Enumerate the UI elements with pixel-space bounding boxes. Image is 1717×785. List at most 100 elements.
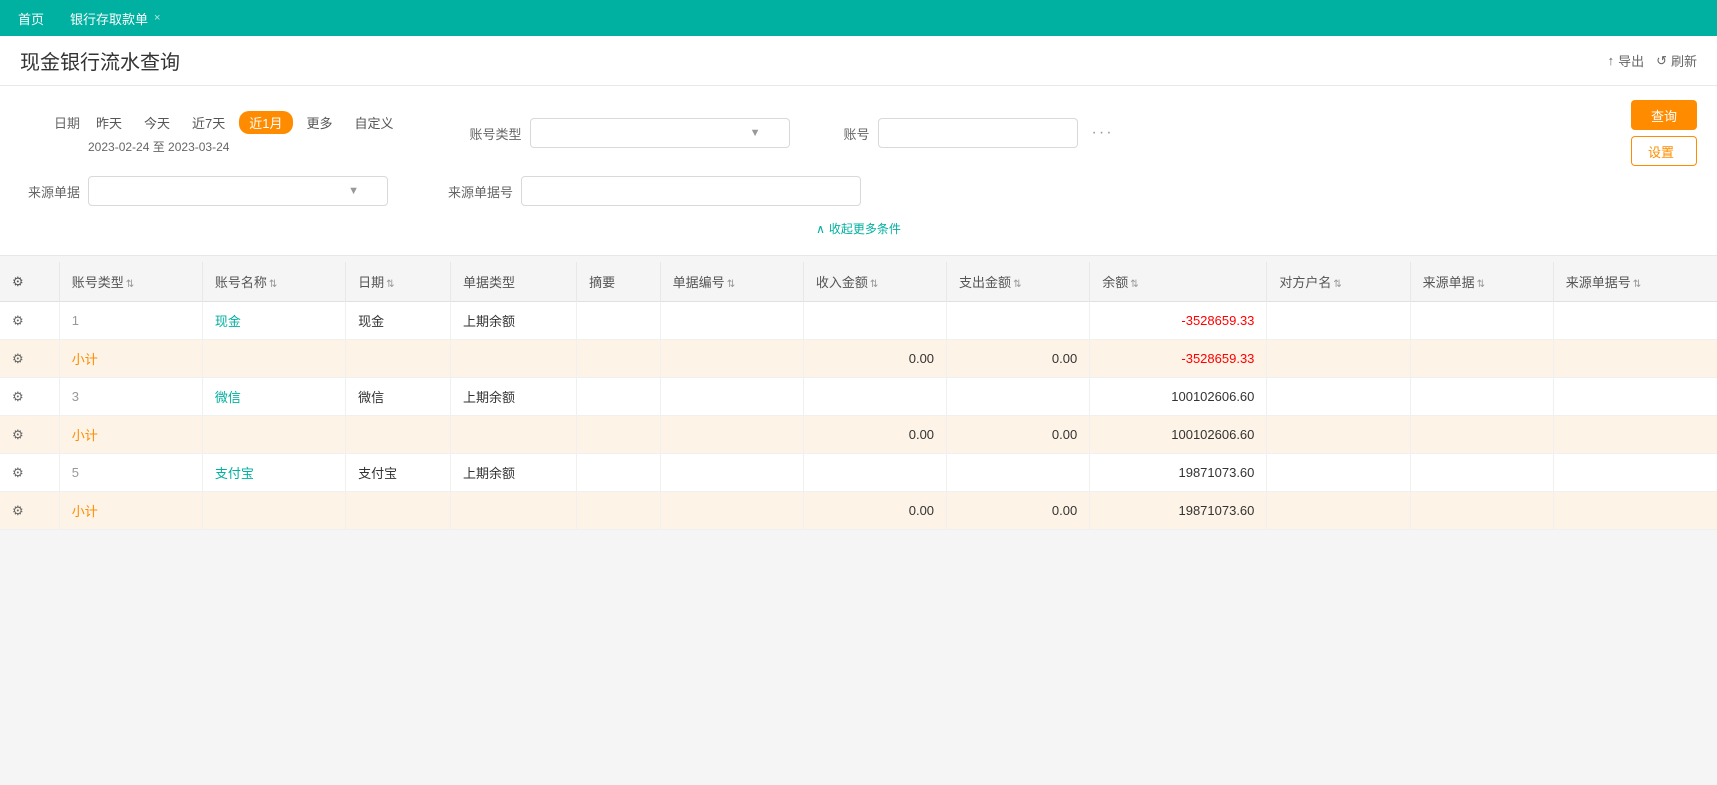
cell-source_doc [1410, 340, 1553, 378]
cell-gear: ⚙ [0, 492, 59, 530]
collapse-bar[interactable]: ∧ 收起更多条件 [20, 216, 1697, 241]
settings-icon[interactable]: ⚙ [12, 313, 24, 328]
table-header: ⚙账号类型⇅账号名称⇅日期⇅单据类型摘要单据编号⇅收入金额⇅支出金额⇅余额⇅对方… [0, 262, 1717, 302]
table-col-source_doc[interactable]: 来源单据⇅ [1410, 262, 1553, 302]
table-col-account_name[interactable]: 账号名称⇅ [202, 262, 345, 302]
cell-counterpart [1267, 302, 1410, 340]
sort-icon: ⇅ [269, 279, 277, 290]
cell-counterpart [1267, 378, 1410, 416]
table-row: ⚙1现金现金上期余额-3528659.33 [0, 302, 1717, 340]
table-col-date[interactable]: 日期⇅ [346, 262, 451, 302]
cell-doc_no [660, 492, 803, 530]
cell-date: 现金 [346, 302, 451, 340]
row-num: 5 [72, 465, 79, 480]
account-input[interactable] [878, 118, 1078, 148]
settings-icon[interactable]: ⚙ [12, 351, 24, 366]
settings-icon[interactable]: ⚙ [12, 465, 24, 480]
table-col-expense[interactable]: 支出金额⇅ [947, 262, 1090, 302]
cell-balance: 19871073.60 [1090, 492, 1267, 530]
table-col-balance[interactable]: 余额⇅ [1090, 262, 1267, 302]
table-col-account_type[interactable]: 账号类型⇅ [59, 262, 202, 302]
source-doc-num-filter: 来源单据号 [448, 176, 861, 206]
cell-gear: ⚙ [0, 416, 59, 454]
sort-icon: ⇅ [1013, 279, 1021, 290]
cell-expense: 0.00 [947, 340, 1090, 378]
nav-tab[interactable]: 银行存取款单 × [58, 0, 198, 36]
cell-expense: 0.00 [947, 416, 1090, 454]
table-col-counterpart[interactable]: 对方户名⇅ [1267, 262, 1410, 302]
cell-income: 0.00 [803, 416, 946, 454]
chevron-down-icon: ▼ [750, 127, 761, 139]
filter-area: 日期 昨天今天近7天近1月更多自定义 2023-02-24 至 2023-03-… [0, 86, 1717, 256]
cell-source_doc [1410, 302, 1553, 340]
date-option[interactable]: 近1月 [239, 111, 292, 134]
cell-doc_type: 上期余额 [450, 378, 576, 416]
right-action-buttons: 查询 设置 [1631, 100, 1697, 166]
table-row: ⚙小计0.000.00100102606.60 [0, 416, 1717, 454]
cell-source_doc_no [1553, 340, 1717, 378]
settings-icon[interactable]: ⚙ [12, 427, 24, 442]
date-option[interactable]: 今天 [136, 111, 178, 134]
close-icon[interactable]: × [154, 12, 160, 24]
source-doc-num-input[interactable] [521, 176, 861, 206]
row-num: 3 [72, 389, 79, 404]
nav-tab-label: 银行存取款单 [70, 9, 148, 28]
cell-source_doc [1410, 378, 1553, 416]
cell-doc_type [450, 416, 576, 454]
cell-date [346, 340, 451, 378]
date-range: 2023-02-24 至 2023-03-24 [88, 140, 229, 154]
date-filter-group: 日期 昨天今天近7天近1月更多自定义 2023-02-24 至 2023-03-… [20, 111, 402, 155]
table-row: ⚙3微信微信上期余额100102606.60 [0, 378, 1717, 416]
export-icon: ↑ [1608, 53, 1615, 68]
sort-icon: ⇅ [870, 279, 878, 290]
top-nav: 首页 收款单×付款单×其他收入单×应收应付调整单×银行存取款单×预收冲应收单×收… [0, 0, 1717, 36]
table-row: ⚙小计0.000.00-3528659.33 [0, 340, 1717, 378]
date-option[interactable]: 近7天 [184, 111, 233, 134]
account-label: 账号 [810, 124, 870, 143]
table-col-doc_no[interactable]: 单据编号⇅ [660, 262, 803, 302]
chevron-up-icon: ∧ [816, 222, 825, 236]
table-col-source_doc_no[interactable]: 来源单据号⇅ [1553, 262, 1717, 302]
account-filter: 账号 ··· [810, 118, 1114, 148]
sort-icon: ⇅ [1333, 279, 1341, 290]
cell-source_doc [1410, 454, 1553, 492]
account-type-select[interactable]: ▼ [530, 118, 790, 148]
cell-expense [947, 302, 1090, 340]
table-col-doc_type: 单据类型 [450, 262, 576, 302]
refresh-link[interactable]: ↺ 刷新 [1656, 51, 1697, 70]
date-option[interactable]: 昨天 [88, 111, 130, 134]
cell-account_type: 小计 [59, 416, 202, 454]
table-row: ⚙小计0.000.0019871073.60 [0, 492, 1717, 530]
cell-account_type: 1 [59, 302, 202, 340]
nav-home[interactable]: 首页 [4, 0, 58, 36]
table-row: ⚙5支付宝支付宝上期余额19871073.60 [0, 454, 1717, 492]
query-button[interactable]: 查询 [1631, 100, 1697, 130]
account-type-filter: 账号类型 ▼ [462, 118, 790, 148]
cell-summary [577, 454, 661, 492]
cell-doc_no [660, 340, 803, 378]
more-dots-icon[interactable]: ··· [1092, 124, 1114, 142]
source-doc-select[interactable]: ▼ [88, 176, 388, 206]
cell-expense: 0.00 [947, 492, 1090, 530]
date-option[interactable]: 更多 [299, 111, 341, 134]
cell-doc_type: 上期余额 [450, 454, 576, 492]
filter-row-1: 日期 昨天今天近7天近1月更多自定义 2023-02-24 至 2023-03-… [20, 100, 1697, 166]
settings-icon[interactable]: ⚙ [12, 389, 24, 404]
cell-gear: ⚙ [0, 378, 59, 416]
settings-icon[interactable]: ⚙ [12, 503, 24, 518]
source-doc-num-label: 来源单据号 [448, 182, 513, 201]
sort-icon: ⇅ [1477, 279, 1485, 290]
cell-expense [947, 378, 1090, 416]
cell-account_name [202, 340, 345, 378]
cell-income: 0.00 [803, 492, 946, 530]
cell-doc_no [660, 378, 803, 416]
settings-button[interactable]: 设置 [1631, 136, 1697, 166]
table-col-income[interactable]: 收入金额⇅ [803, 262, 946, 302]
cell-counterpart [1267, 340, 1410, 378]
cell-source_doc_no [1553, 492, 1717, 530]
date-option[interactable]: 自定义 [347, 111, 402, 134]
cell-summary [577, 302, 661, 340]
table-col-summary: 摘要 [577, 262, 661, 302]
export-link[interactable]: ↑ 导出 [1608, 51, 1645, 70]
cell-source_doc_no [1553, 302, 1717, 340]
